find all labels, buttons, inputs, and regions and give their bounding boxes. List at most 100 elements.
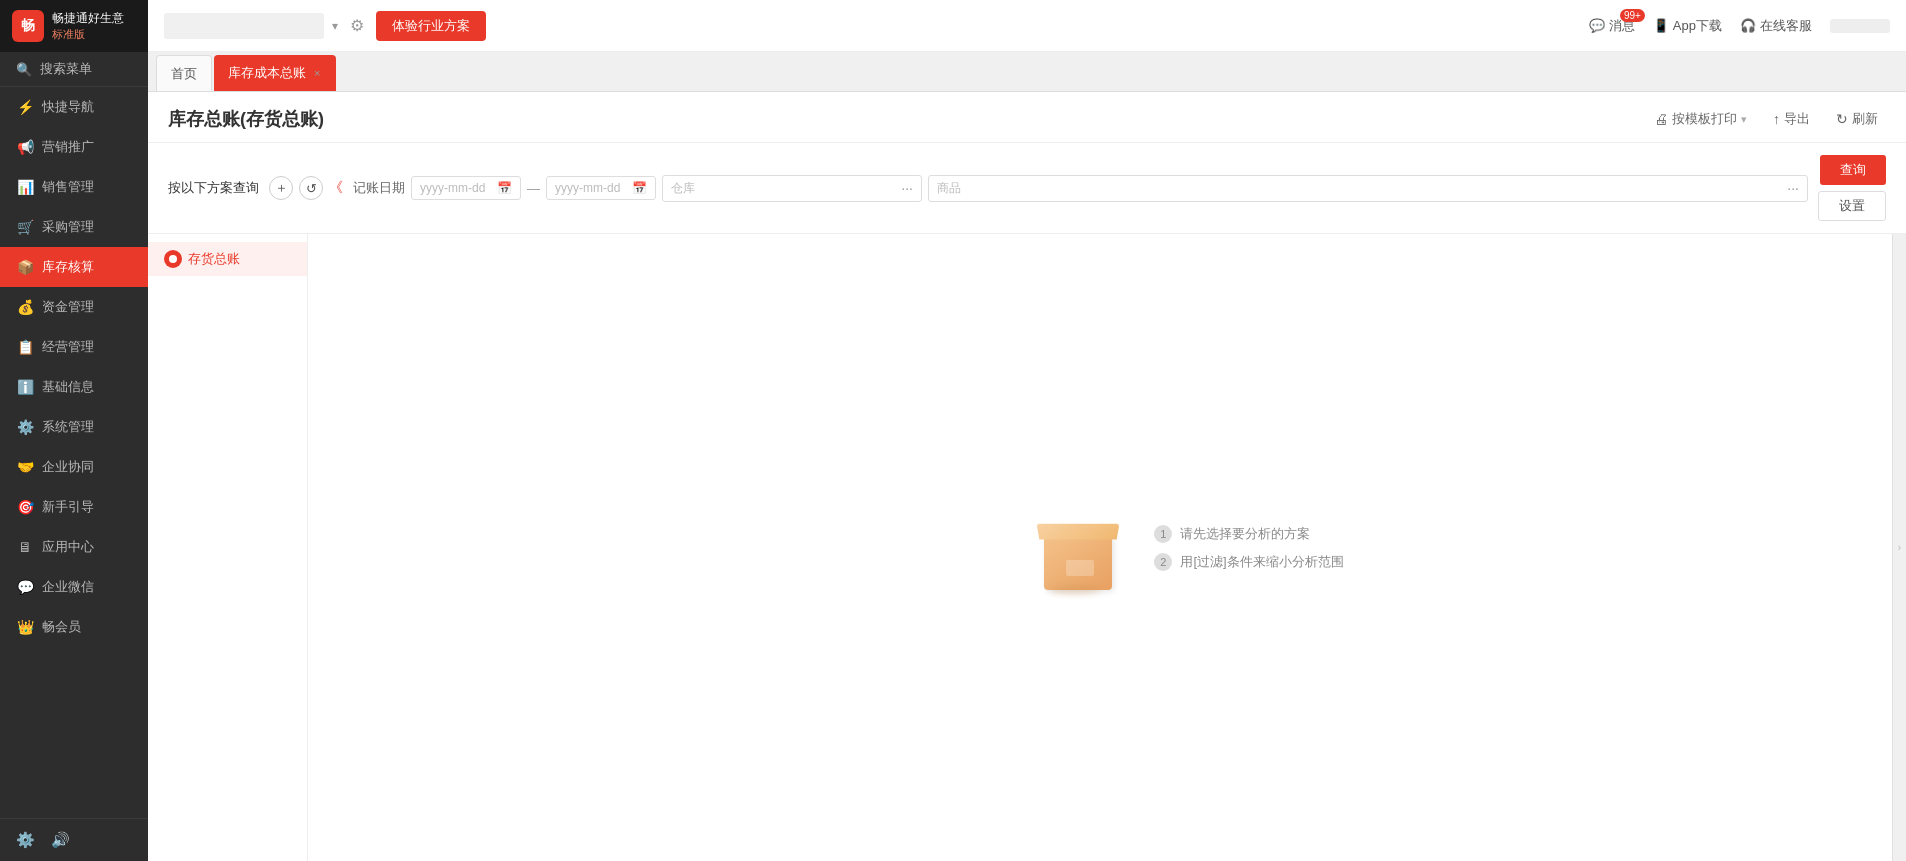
- sidebar-item-management[interactable]: 📋 经营管理: [0, 327, 148, 367]
- date-start-input[interactable]: yyyy-mm-dd 📅: [411, 176, 521, 200]
- print-icon: 🖨: [1654, 111, 1668, 127]
- phone-icon: 📱: [1653, 18, 1669, 33]
- box-lid: [1037, 523, 1120, 539]
- sidebar-logo: 畅 畅捷通好生意 标准版: [0, 0, 148, 52]
- export-icon: ↑: [1773, 111, 1780, 127]
- scheme-icon: [164, 250, 182, 268]
- tabbar: 首页 库存成本总账 ×: [148, 52, 1906, 92]
- wechat-icon: 💬: [16, 578, 34, 596]
- sidebar-item-app-center[interactable]: 🖥 应用中心: [0, 527, 148, 567]
- calendar-end-icon[interactable]: 📅: [632, 181, 647, 195]
- right-panel[interactable]: ›: [1892, 234, 1906, 861]
- scheme-item-ledger[interactable]: 存货总账: [148, 242, 307, 276]
- online-service-btn[interactable]: 🎧 在线客服: [1740, 17, 1812, 35]
- goods-input[interactable]: 商品 ···: [928, 175, 1808, 202]
- empty-illustration: [1030, 498, 1130, 598]
- sales-icon: 📊: [16, 178, 34, 196]
- trial-btn[interactable]: 体验行业方案: [376, 11, 486, 41]
- sidebar: 畅 畅捷通好生意 标准版 🔍 搜索菜单 ⚡ 快捷导航 📢 营销推广 📊 销售管理…: [0, 0, 148, 861]
- sidebar-item-marketing[interactable]: 📢 营销推广: [0, 127, 148, 167]
- finance-icon: 💰: [16, 298, 34, 316]
- system-icon: ⚙️: [16, 418, 34, 436]
- refresh-btn[interactable]: ↻ 刷新: [1828, 106, 1886, 132]
- date-end-input[interactable]: yyyy-mm-dd 📅: [546, 176, 656, 200]
- basic-info-icon: ℹ️: [16, 378, 34, 396]
- empty-hint-2: 2 用[过滤]条件来缩小分析范围: [1154, 553, 1343, 571]
- tab-inventory-ledger[interactable]: 库存成本总账 ×: [214, 55, 336, 91]
- empty-state: 1 请先选择要分析的方案 2 用[过滤]条件来缩小分析范围: [468, 234, 1906, 861]
- goods-more-icon[interactable]: ···: [1787, 180, 1799, 196]
- tab-home[interactable]: 首页: [156, 55, 212, 91]
- headset-icon: 🎧: [1740, 18, 1756, 33]
- date-label: 记账日期: [353, 179, 405, 197]
- user-name: [1830, 19, 1890, 33]
- topbar: ▾ ⚙ 体验行业方案 💬 消息 99+ 📱 App下载 🎧 在线客服: [148, 0, 1906, 52]
- audio-icon[interactable]: 🔊: [51, 831, 70, 849]
- member-icon: 👑: [16, 618, 34, 636]
- filter-add-icon[interactable]: ＋: [269, 176, 293, 200]
- filter-settings-btn[interactable]: 设置: [1818, 191, 1886, 221]
- sidebar-item-sales[interactable]: 📊 销售管理: [0, 167, 148, 207]
- date-separator: —: [527, 181, 540, 196]
- filter-label: 按以下方案查询: [168, 179, 259, 197]
- settings-bottom-icon[interactable]: ⚙️: [16, 831, 35, 849]
- sidebar-item-beginner[interactable]: 🎯 新手引导: [0, 487, 148, 527]
- warehouse-input[interactable]: 仓库 ···: [662, 175, 922, 202]
- sidebar-item-system[interactable]: ⚙️ 系统管理: [0, 407, 148, 447]
- page-header: 库存总账(存货总账) 🖨 按模板打印 ▾ ↑ 导出 ↻ 刷新: [148, 92, 1906, 143]
- search-btn[interactable]: 查询: [1820, 155, 1886, 185]
- warehouse-more-icon[interactable]: ···: [901, 180, 913, 196]
- scheme-sidebar: 存货总账: [148, 234, 308, 861]
- sidebar-item-quick-nav[interactable]: ⚡ 快捷导航: [0, 87, 148, 127]
- messages-btn[interactable]: 💬 消息 99+: [1589, 17, 1635, 35]
- logo-icon: 畅: [12, 10, 44, 42]
- box-shadow: [1050, 586, 1100, 594]
- filter-fields: 记账日期 yyyy-mm-dd 📅 — yyyy-mm-dd 📅 仓库 ··· …: [353, 175, 1808, 202]
- print-chevron-icon: ▾: [1741, 113, 1747, 126]
- page-title: 库存总账(存货总账): [168, 107, 324, 131]
- sidebar-item-finance[interactable]: 💰 资金管理: [0, 287, 148, 327]
- nav-placeholder: [164, 13, 324, 39]
- app-download-btn[interactable]: 📱 App下载: [1653, 17, 1722, 35]
- topbar-gear-icon[interactable]: ⚙: [346, 12, 368, 39]
- filter-actions: 查询 设置: [1818, 155, 1886, 221]
- topbar-right: 💬 消息 99+ 📱 App下载 🎧 在线客服: [1589, 17, 1890, 35]
- marketing-icon: 📢: [16, 138, 34, 156]
- page-header-actions: 🖨 按模板打印 ▾ ↑ 导出 ↻ 刷新: [1646, 106, 1886, 132]
- refresh-icon: ↻: [1836, 111, 1848, 127]
- sidebar-item-enterprise[interactable]: 🤝 企业协同: [0, 447, 148, 487]
- empty-hint-1: 1 请先选择要分析的方案: [1154, 525, 1343, 543]
- sidebar-item-member[interactable]: 👑 畅会员: [0, 607, 148, 647]
- enterprise-icon: 🤝: [16, 458, 34, 476]
- management-icon: 📋: [16, 338, 34, 356]
- tab-close-icon[interactable]: ×: [312, 65, 322, 81]
- message-icon: 💬: [1589, 18, 1605, 33]
- sidebar-item-purchase[interactable]: 🛒 采购管理: [0, 207, 148, 247]
- export-btn[interactable]: ↑ 导出: [1765, 106, 1818, 132]
- calendar-start-icon[interactable]: 📅: [497, 181, 512, 195]
- quick-nav-icon: ⚡: [16, 98, 34, 116]
- purchase-icon: 🛒: [16, 218, 34, 236]
- sidebar-nav: 🔍 搜索菜单 ⚡ 快捷导航 📢 营销推广 📊 销售管理 🛒 采购管理 📦 库存核…: [0, 52, 148, 818]
- sidebar-item-search[interactable]: 🔍 搜索菜单: [0, 52, 148, 87]
- sidebar-item-wechat[interactable]: 💬 企业微信: [0, 567, 148, 607]
- search-icon: 🔍: [16, 62, 32, 77]
- main-container: ▾ ⚙ 体验行业方案 💬 消息 99+ 📱 App下载 🎧 在线客服 首页: [148, 0, 1906, 861]
- logo-text: 畅捷通好生意 标准版: [52, 10, 124, 42]
- sidebar-item-basic-info[interactable]: ℹ️ 基础信息: [0, 367, 148, 407]
- sidebar-item-inventory[interactable]: 📦 库存核算: [0, 247, 148, 287]
- chevron-down-icon: ▾: [332, 19, 338, 33]
- empty-text-area: 1 请先选择要分析的方案 2 用[过滤]条件来缩小分析范围: [1154, 525, 1343, 571]
- filter-collapse-icon[interactable]: 《: [329, 179, 343, 197]
- filter-refresh-icon[interactable]: ↺: [299, 176, 323, 200]
- breadcrumb-area: ▾ ⚙ 体验行业方案: [164, 11, 1579, 41]
- content-body: 存货总账 1 请先选择要分析的方案: [148, 234, 1906, 861]
- inventory-icon: 📦: [16, 258, 34, 276]
- print-btn[interactable]: 🖨 按模板打印 ▾: [1646, 106, 1755, 132]
- box-face: [1066, 560, 1094, 576]
- svg-point-0: [169, 255, 177, 263]
- filter-area: 按以下方案查询 ＋ ↺ 《 记账日期 yyyy-mm-dd 📅 — yyyy-m…: [148, 143, 1906, 234]
- filter-add-btns: ＋ ↺ 《: [269, 176, 343, 200]
- sidebar-bottom: ⚙️ 🔊: [0, 818, 148, 861]
- beginner-icon: 🎯: [16, 498, 34, 516]
